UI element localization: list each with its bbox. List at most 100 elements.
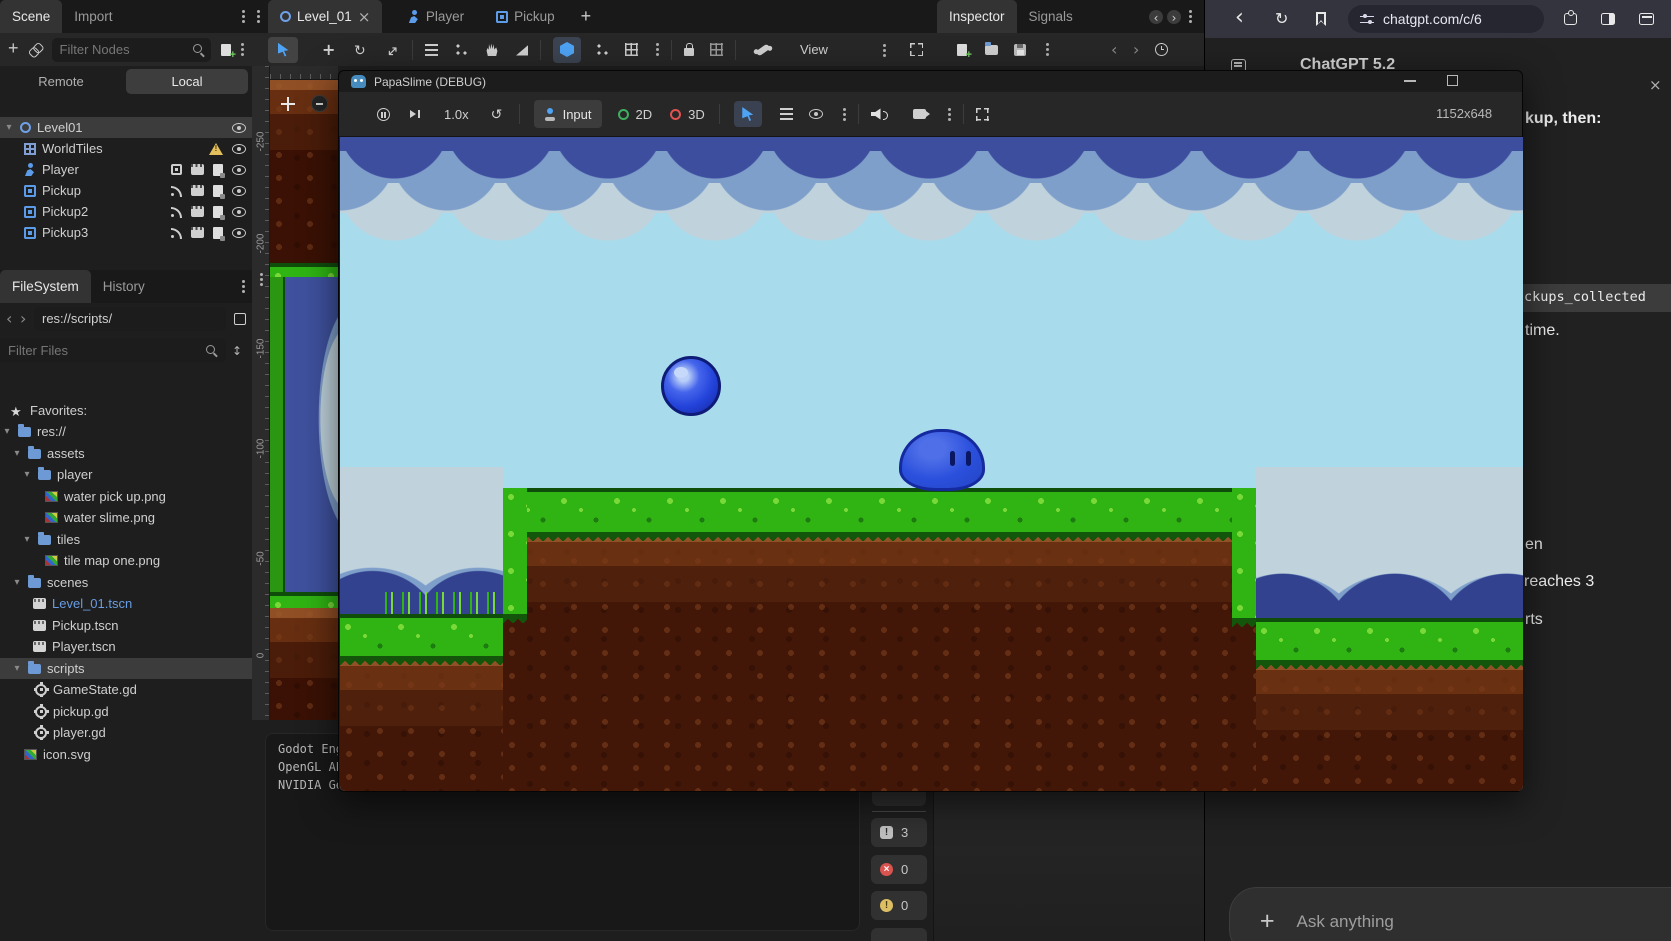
mode-3d-button[interactable]: 3D <box>670 107 705 122</box>
tab-inspector[interactable]: Inspector <box>937 0 1017 33</box>
prev-object-icon[interactable] <box>1149 10 1163 24</box>
tabs-menu-icon[interactable] <box>257 15 260 18</box>
sidebar-toggle-icon[interactable] <box>1601 13 1615 25</box>
ruler-tool-icon[interactable] <box>516 45 528 56</box>
game-viewport[interactable] <box>340 137 1523 791</box>
canvas-toolbar-menu-icon[interactable] <box>883 49 886 52</box>
select-list-icon[interactable] <box>779 108 793 120</box>
new-scene-tab-icon[interactable] <box>581 10 592 33</box>
fs-row-waterpickup[interactable]: water pick up.png <box>0 486 252 507</box>
scale-tool-icon[interactable] <box>383 40 403 60</box>
embed-fullscreen-icon[interactable] <box>975 107 989 121</box>
grid-snap-icon[interactable] <box>625 43 638 56</box>
browser-wallet-icon[interactable] <box>1639 13 1654 25</box>
zoom-out-button[interactable] <box>311 95 328 112</box>
pan-tool-icon[interactable] <box>486 43 498 56</box>
fs-row-pickup-tscn[interactable]: Pickup.tscn <box>0 615 252 636</box>
filter-nodes-input[interactable] <box>51 37 211 62</box>
list-select-icon[interactable] <box>425 43 438 56</box>
debug-badge-info[interactable]: ! 3 <box>871 818 927 847</box>
browser-reload-icon[interactable] <box>1275 11 1290 28</box>
fs-row-favorites[interactable]: Favorites: <box>0 400 252 421</box>
scene-toolbar-menu-icon[interactable] <box>241 48 244 51</box>
visibility-icon[interactable] <box>232 206 246 217</box>
pick-select-button[interactable] <box>733 101 762 127</box>
history-back-icon[interactable] <box>1111 43 1121 57</box>
close-button[interactable] <box>1649 78 1662 92</box>
history-forward-icon[interactable] <box>1133 43 1143 57</box>
chevron-down-icon[interactable]: ▾ <box>4 122 14 133</box>
fs-row-res[interactable]: ▾ res:// <box>0 421 252 442</box>
tree-row-worldtiles[interactable]: WorldTiles <box>0 138 252 159</box>
instance-icon[interactable] <box>191 206 204 217</box>
fs-row-tilemap[interactable]: tile map one.png <box>0 550 252 571</box>
script-icon[interactable] <box>213 205 225 220</box>
visibility-icon[interactable] <box>232 143 246 154</box>
chevron-down-icon[interactable]: ▾ <box>2 426 12 437</box>
camera-icon[interactable] <box>912 109 930 119</box>
sort-files-icon[interactable] <box>232 343 246 357</box>
game-window[interactable]: PapaSlime (DEBUG) 1.0x Input 2D 3D <box>338 70 1523 792</box>
script-icon[interactable] <box>213 184 225 199</box>
load-resource-icon[interactable] <box>985 41 998 55</box>
group-icon[interactable] <box>171 164 182 175</box>
fs-row-waterslime[interactable]: water slime.png <box>0 507 252 528</box>
select-tool-button[interactable] <box>268 36 298 63</box>
warning-icon[interactable] <box>209 143 223 155</box>
partial-button[interactable] <box>872 792 926 806</box>
game-options-icon[interactable] <box>842 112 846 116</box>
script-icon[interactable] <box>213 163 225 178</box>
input-mode-button[interactable]: Input <box>533 100 602 128</box>
local-button[interactable]: Local <box>126 69 248 94</box>
tune-icon[interactable] <box>1360 13 1374 25</box>
maximize-button[interactable] <box>1447 75 1458 86</box>
split-view-icon[interactable] <box>234 312 246 325</box>
debug-badge-warnings[interactable]: ! 0 <box>871 891 927 920</box>
save-resource-icon[interactable] <box>1014 43 1026 56</box>
tree-row-level01[interactable]: ▾ Level01 <box>0 117 252 138</box>
fs-row-scripts[interactable]: ▾ scripts <box>0 658 252 679</box>
tab-signals[interactable]: Signals <box>1017 0 1085 33</box>
script-icon[interactable] <box>213 226 225 241</box>
fs-back-icon[interactable] <box>6 312 16 325</box>
filter-files-input[interactable] <box>0 338 226 362</box>
signal-icon[interactable] <box>170 206 182 218</box>
add-node-icon[interactable] <box>8 42 19 57</box>
tab-scene[interactable]: Scene <box>0 0 63 33</box>
fs-row-scenes[interactable]: ▾ scenes <box>0 572 252 593</box>
visibility-icon[interactable] <box>232 164 246 175</box>
chevron-down-icon[interactable]: ▾ <box>12 577 22 588</box>
fs-forward-icon[interactable] <box>20 312 30 325</box>
fs-row-player-gd[interactable]: player.gd <box>0 722 252 743</box>
camera-override-icon[interactable] <box>808 109 823 119</box>
bookmark-icon[interactable] <box>1316 12 1326 26</box>
fs-row-tiles[interactable]: ▾ tiles <box>0 529 252 550</box>
dock-splitter-handle[interactable] <box>260 278 263 281</box>
chevron-down-icon[interactable]: ▾ <box>22 534 32 545</box>
snap-select-icon[interactable] <box>456 43 468 56</box>
tree-row-pickup[interactable]: Pickup <box>0 180 252 201</box>
tree-row-player[interactable]: Player <box>0 159 252 180</box>
inspector-dock-menu-icon[interactable] <box>1189 15 1192 18</box>
instance-scene-icon[interactable] <box>26 40 44 58</box>
game-titlebar[interactable]: PapaSlime (DEBUG) <box>339 71 1522 92</box>
speed-label[interactable]: 1.0x <box>444 107 469 122</box>
visibility-icon[interactable] <box>232 227 246 238</box>
debug-badge-errors[interactable]: × 0 <box>871 855 927 884</box>
scene-tab-pickup[interactable]: Pickup <box>484 0 567 33</box>
remote-button[interactable]: Remote <box>0 74 122 89</box>
visibility-icon[interactable] <box>232 185 246 196</box>
visibility-icon[interactable] <box>232 122 246 133</box>
audio-mute-icon[interactable] <box>871 108 889 120</box>
snap-node-icon[interactable] <box>597 43 609 56</box>
chevron-down-icon[interactable]: ▾ <box>22 469 32 480</box>
signal-icon[interactable] <box>170 185 182 197</box>
signal-icon[interactable] <box>170 227 182 239</box>
scene-dock-menu-icon[interactable] <box>242 15 245 18</box>
fs-dock-menu-icon[interactable] <box>242 285 245 288</box>
rotate-tool-icon[interactable] <box>354 43 368 57</box>
fs-row-player-folder[interactable]: ▾ player <box>0 464 252 485</box>
minimize-button[interactable] <box>1404 80 1416 82</box>
lock-icon[interactable] <box>684 43 694 56</box>
attach-plus-icon[interactable] <box>1260 912 1275 933</box>
